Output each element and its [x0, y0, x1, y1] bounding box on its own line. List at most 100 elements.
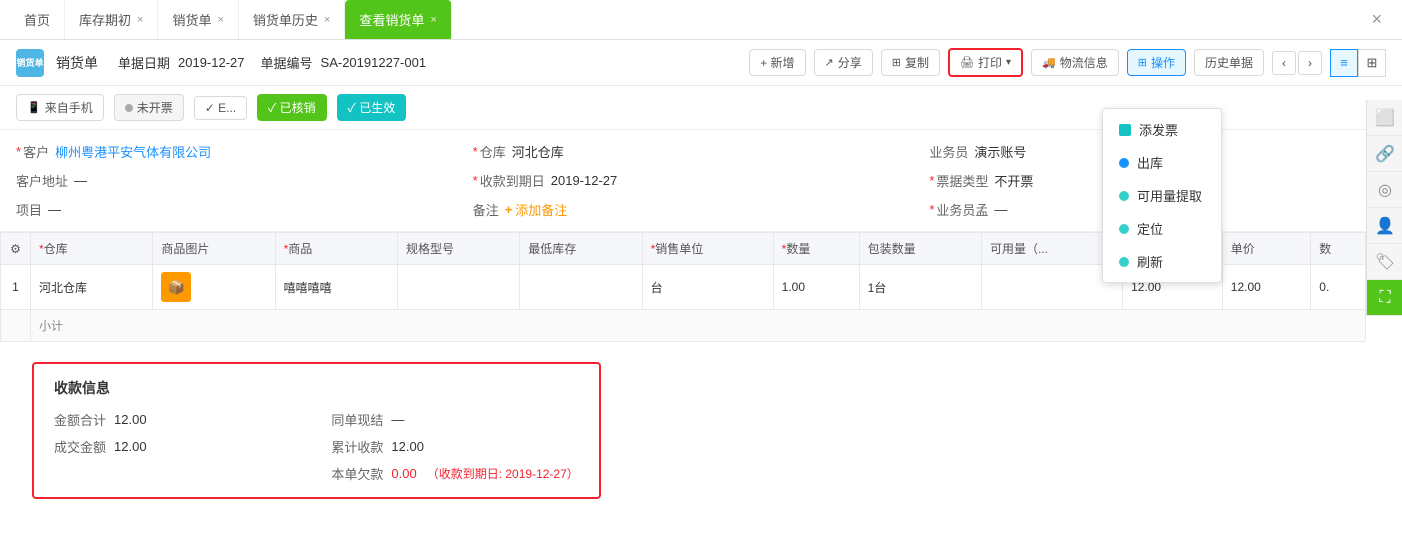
tab-view-sales[interactable]: 查看销货单 ×: [345, 0, 451, 39]
check-button[interactable]: ✓ E...: [194, 96, 247, 120]
outbound-dot: [1119, 158, 1129, 168]
accumulated-payment-item: 累计收款 12.00: [331, 437, 578, 456]
not-open-dot: [125, 104, 133, 112]
col-unit-price: 单价: [1222, 233, 1310, 265]
tab-sales[interactable]: 销货单 ×: [158, 0, 238, 39]
main-area: 销货单 销货单 单据日期 2019-12-27 单据编号 SA-20191227…: [0, 40, 1402, 533]
payment-section: 收款信息 金额合计 12.00 同单现结 — 成交金额 12.00 累计收款 1…: [32, 362, 601, 499]
close-sales-tab[interactable]: ×: [217, 14, 223, 26]
list-view-button[interactable]: ≡: [1330, 49, 1358, 77]
project-field: 项目 —: [16, 200, 473, 219]
right-sidebar: ⬜ 🔗 ◎ 👤 🏷 ⛶: [1366, 100, 1402, 316]
sidebar-person-icon[interactable]: 👤: [1367, 208, 1402, 244]
tab-home[interactable]: 首页: [10, 0, 65, 39]
doc-date: 单据日期 2019-12-27: [118, 53, 245, 72]
share-button[interactable]: ↗ 分享: [814, 49, 873, 76]
refresh-dot: [1119, 257, 1129, 267]
subtotal-row: 小计: [1, 310, 1366, 342]
same-order-item: 同单现结 —: [331, 410, 578, 429]
dropdown-available-qty[interactable]: 可用量提取: [1103, 179, 1221, 212]
doc-title-area: 销货单 销货单: [16, 49, 98, 77]
col-pack-qty: 包装数量: [859, 233, 981, 265]
operations-button[interactable]: ⊞ 操作: [1127, 49, 1186, 76]
col-warehouse: *仓库: [31, 233, 153, 265]
next-arrow[interactable]: ›: [1298, 51, 1322, 75]
sidebar-expand-icon[interactable]: ⛶: [1367, 280, 1402, 316]
print-button[interactable]: 🖨 打印 ▾: [948, 48, 1023, 77]
payment-title: 收款信息: [54, 378, 579, 398]
address-field: 客户地址 —: [16, 171, 473, 190]
view-buttons: ≡ ⊞: [1330, 49, 1386, 77]
accumulated-payment-value: 12.00: [391, 439, 424, 454]
close-sales-history-tab[interactable]: ×: [324, 14, 330, 26]
payment-wrapper: 收款信息 金额合计 12.00 同单现结 — 成交金额 12.00 累计收款 1…: [0, 342, 1402, 519]
sidebar-tag-icon[interactable]: 🏷: [1367, 244, 1402, 280]
copy-button[interactable]: ⊞ 复制: [881, 49, 940, 76]
col-settings[interactable]: ⚙: [1, 233, 31, 265]
locate-dot: [1119, 224, 1129, 234]
history-button[interactable]: 历史单据: [1194, 49, 1264, 76]
ticket-type-value: 不开票: [994, 171, 1033, 190]
outstanding-value: 0.00: [391, 466, 416, 481]
outstanding-item: 本单欠款 0.00 （收款到期日: 2019-12-27）: [331, 464, 578, 483]
total-amount-item: 金额合计 12.00: [54, 410, 301, 429]
sidebar-link-icon[interactable]: 🔗: [1367, 136, 1402, 172]
tab-bar: 首页 库存期初 × 销货单 × 销货单历史 × 查看销货单 × ×: [0, 0, 1402, 40]
due-date-field: * 收款到期日 2019-12-27: [473, 171, 930, 190]
col-amount: 数: [1311, 233, 1366, 265]
tab-sales-history[interactable]: 销货单历史 ×: [239, 0, 345, 39]
outstanding-note: （收款到期日: 2019-12-27）: [427, 465, 579, 482]
project-value: —: [48, 202, 61, 217]
total-amount-value: 12.00: [114, 412, 147, 427]
tab-inventory[interactable]: 库存期初 ×: [65, 0, 158, 39]
toolbar: + 新增 ↗ 分享 ⊞ 复制 🖨 打印 ▾ 🚚 物流信息 ⊞ 操作: [749, 48, 1386, 77]
doc-meta: 单据日期 2019-12-27 单据编号 SA-20191227-001: [118, 53, 426, 72]
col-qty: *数量: [773, 233, 859, 265]
operations-dropdown: 添发票 出库 可用量提取 定位 刷新: [1102, 108, 1222, 283]
same-order-value: —: [391, 412, 404, 427]
grid-view-button[interactable]: ⊞: [1358, 49, 1386, 77]
sidebar-copy-icon[interactable]: ⬜: [1367, 100, 1402, 136]
close-window-button[interactable]: ×: [1361, 9, 1392, 30]
add-note-link[interactable]: 添加备注: [505, 200, 568, 219]
new-button[interactable]: + 新增: [749, 49, 805, 76]
sidebar-circle-icon[interactable]: ◎: [1367, 172, 1402, 208]
product-thumbnail: 📦: [161, 272, 191, 302]
add-invoice-icon: [1119, 124, 1131, 136]
from-phone-button[interactable]: 📱 来自手机: [16, 94, 104, 121]
col-spec: 规格型号: [397, 233, 519, 265]
salesperson-value: —: [994, 202, 1007, 217]
warehouse-value: 河北仓库: [512, 142, 564, 161]
dropdown-add-invoice[interactable]: 添发票: [1103, 113, 1221, 146]
dropdown-outbound[interactable]: 出库: [1103, 146, 1221, 179]
close-view-sales-tab[interactable]: ×: [430, 14, 436, 26]
prev-arrow[interactable]: ‹: [1272, 51, 1296, 75]
warehouse-field: * 仓库 河北仓库: [473, 142, 930, 161]
col-product: *商品: [275, 233, 397, 265]
dropdown-refresh[interactable]: 刷新: [1103, 245, 1221, 278]
close-inventory-tab[interactable]: ×: [137, 14, 143, 26]
sold-button[interactable]: ✓ 已核销: [257, 94, 327, 121]
due-date-value: 2019-12-27: [551, 173, 618, 188]
staff-value: 演示账号: [974, 142, 1026, 161]
customer-field: * 客户 柳州粤港平安气体有限公司: [16, 142, 473, 161]
transaction-amount-value: 12.00: [114, 439, 147, 454]
customer-value[interactable]: 柳州粤港平安气体有限公司: [55, 142, 211, 161]
logistics-button[interactable]: 🚚 物流信息: [1031, 49, 1119, 76]
doc-title: 销货单: [56, 53, 98, 73]
col-unit: *销售单位: [642, 233, 773, 265]
doc-header: 销货单 销货单 单据日期 2019-12-27 单据编号 SA-20191227…: [0, 40, 1402, 86]
doc-number: 单据编号 SA-20191227-001: [261, 53, 427, 72]
col-image: 商品图片: [153, 233, 275, 265]
transaction-amount-item: 成交金额 12.00: [54, 437, 301, 456]
available-qty-dot: [1119, 191, 1129, 201]
doc-icon: 销货单: [16, 49, 44, 77]
dropdown-locate[interactable]: 定位: [1103, 212, 1221, 245]
payment-grid: 金额合计 12.00 同单现结 — 成交金额 12.00 累计收款 12.00 …: [54, 410, 579, 483]
note-field: 备注 添加备注: [473, 200, 930, 219]
not-open-button[interactable]: 未开票: [114, 94, 184, 121]
col-min-stock: 最低库存: [520, 233, 642, 265]
effective-button[interactable]: ✓ 已生效: [337, 94, 407, 121]
nav-arrows: ‹ ›: [1272, 51, 1322, 75]
address-value: —: [74, 173, 87, 188]
